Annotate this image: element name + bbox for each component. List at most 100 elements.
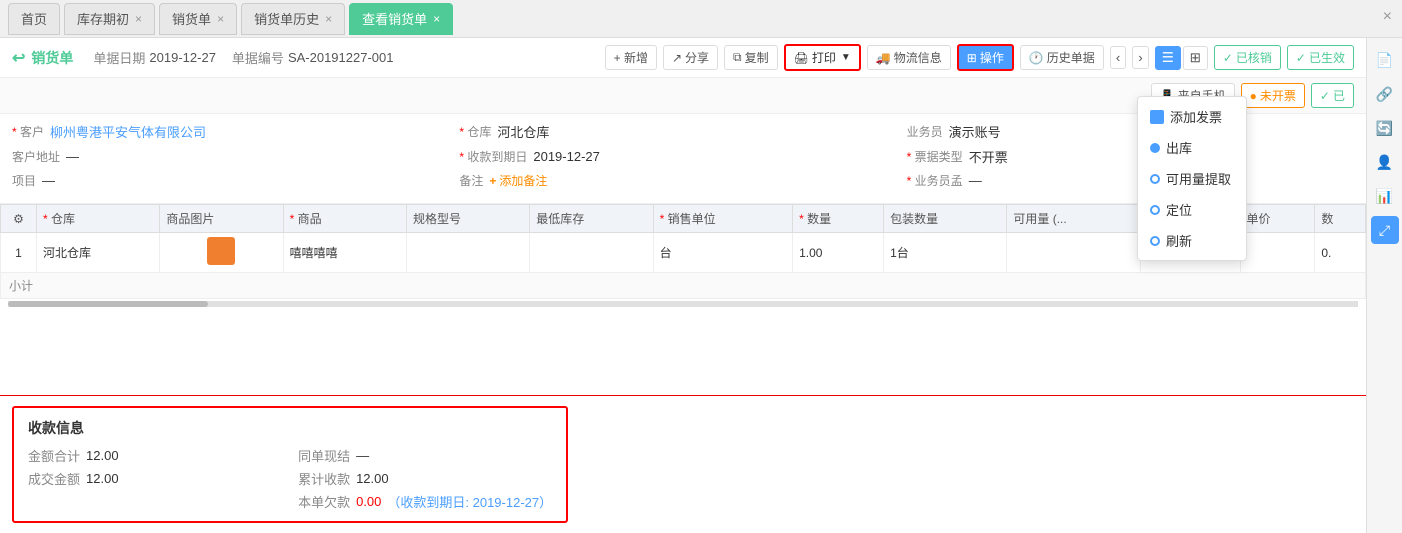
tab-history-close[interactable]: × [325,12,332,26]
project-label: 项目 [12,172,36,189]
doc-header: ↩ 销货单 单据日期 2019-12-27 单据编号 SA-20191227-0… [0,38,1366,78]
not-open-btn[interactable]: ● 未开票 [1241,83,1305,108]
sidebar-doc-icon[interactable]: 📄 [1371,46,1399,74]
sales-field: 业务员孟 — [907,172,1354,189]
col-spec: 规格型号 [406,205,529,233]
check-icon: ✓ [1223,51,1233,65]
note-field: 备注 添加备注 [459,172,906,189]
current-due-value: 0.00 [356,494,381,509]
col-pack-qty: 包装数量 [884,205,1007,233]
row-qty: 1.00 [793,233,884,273]
add-note-btn[interactable]: 添加备注 [489,172,547,189]
canceled-button[interactable]: ✓ 已核销 [1214,45,1281,70]
receipt-title: 收款信息 [28,418,552,438]
tab-home[interactable]: 首页 [8,3,60,35]
right-sidebar: 📄 🔗 🔄 👤 📊 ⤢ [1366,38,1402,533]
row-price [1240,233,1315,273]
locate-item[interactable]: 定位 [1138,194,1246,225]
same-order-label: 同单现结 [298,446,350,465]
square-icon [1150,110,1164,124]
print-button[interactable]: 🖨 打印 ▼ [784,44,861,71]
total-received-value: 12.00 [356,471,389,486]
warehouse-label: 仓库 [459,123,491,140]
tab-view-sales[interactable]: 查看销货单 × [349,3,453,35]
sidebar-refresh-icon[interactable]: 🔄 [1371,114,1399,142]
history-button[interactable]: 🕐 历史单据 [1020,45,1104,70]
tab-inventory-close[interactable]: × [135,12,142,26]
address-field: 客户地址 — [12,148,459,165]
staff-field: 业务员 演示账号 [907,122,1354,141]
row-min-stock [530,233,653,273]
tab-inventory[interactable]: 库存期初 × [64,3,155,35]
doc-date: 单据日期 2019-12-27 [93,48,216,67]
tab-sales-close[interactable]: × [217,12,224,26]
copy-button[interactable]: ⧉ 复制 [724,45,778,70]
out-warehouse-item[interactable]: 出库 [1138,132,1246,163]
print-icon: 🖨 [794,51,809,65]
view-toggle: ☰ ⊞ [1155,46,1208,70]
tab-view-close[interactable]: × [433,12,440,26]
effective-button[interactable]: ✓ 已生效 [1287,45,1354,70]
current-due-label: 本单欠款 [298,492,350,511]
customer-value[interactable]: 柳州粤港平安气体有限公司 [50,122,206,141]
window-close-btn[interactable]: × [1383,8,1392,26]
share-icon: ↗ [672,51,682,65]
sales-value: — [969,173,982,188]
logistics-button[interactable]: 🚚 物流信息 [867,45,951,70]
sidebar-user-icon[interactable]: 👤 [1371,148,1399,176]
tab-bar: 首页 库存期初 × 销货单 × 销货单历史 × 查看销货单 × × [0,0,1402,38]
subtotal-label: 小计 [1,273,1366,299]
sales-label: 业务员孟 [907,172,963,189]
row-available [1007,233,1141,273]
tab-history[interactable]: 销货单历史 × [241,3,345,35]
row-unit: 台 [653,233,793,273]
grid-icon: ⊞ [967,51,977,65]
note-label: 备注 [459,172,483,189]
print-dropdown-arrow[interactable]: ▼ [841,52,851,63]
prev-btn[interactable]: ‹ [1110,46,1126,69]
doc-no: 单据编号 SA-20191227-001 [232,48,394,67]
amount-item: 金额合计 12.00 [28,446,282,465]
operation-dropdown: 添加发票 出库 可用量提取 定位 刷新 [1137,96,1247,261]
total-received-item: 累计收款 12.00 [298,469,552,488]
tab-sales[interactable]: 销货单 × [159,3,237,35]
add-invoice-item[interactable]: 添加发票 [1138,101,1246,132]
product-thumbnail [207,237,235,265]
col-min-stock: 最低库存 [530,205,653,233]
next-btn[interactable]: › [1132,46,1148,69]
col-num: 数 [1315,205,1366,233]
check2-icon: ✓ [1296,51,1306,65]
due-note[interactable]: （收款到期日: 2019-12-27） [387,492,552,511]
scroll-area[interactable] [0,299,1366,309]
new-button[interactable]: + 新增 [605,45,657,70]
operation-button[interactable]: ⊞ 操作 [957,44,1014,71]
due-date-value: 2019-12-27 [533,149,600,164]
available-qty-item[interactable]: 可用量提取 [1138,163,1246,194]
list-view-btn[interactable]: ☰ [1155,46,1181,70]
deal-amount-item: 成交金额 12.00 [28,469,282,488]
refresh-item[interactable]: 刷新 [1138,225,1246,256]
row-spec [406,233,529,273]
deal-amount-label: 成交金额 [28,469,80,488]
bottom-section: 收款信息 金额合计 12.00 同单现结 — 成交金额 12.00 [0,395,1366,533]
circle-outline-icon [1150,174,1160,184]
truck-icon: 🚚 [876,51,891,65]
ticket-value: 不开票 [969,147,1008,166]
share-button[interactable]: ↗ 分享 [663,45,718,70]
doc-icon: ↩ [12,48,25,68]
amount-value: 12.00 [86,448,119,463]
sidebar-link-icon[interactable]: 🔗 [1371,80,1399,108]
col-qty: 数量 [793,205,884,233]
address-value: — [66,149,79,164]
grid-view-btn[interactable]: ⊞ [1183,46,1208,70]
circle-outline-3-icon [1150,236,1160,246]
deal-amount-value: 12.00 [86,471,119,486]
col-settings[interactable]: ⚙ [1,205,37,233]
sidebar-chart-icon[interactable]: 📊 [1371,182,1399,210]
subtotal-row: 小计 [1,273,1366,299]
confirm-btn[interactable]: ✓ 已 [1311,83,1354,108]
dot-orange-icon: ● [1250,89,1257,103]
sidebar-expand-icon[interactable]: ⤢ [1371,216,1399,244]
customer-field: 客户 柳州粤港平安气体有限公司 [12,122,459,141]
main-toolbar: + 新增 ↗ 分享 ⧉ 复制 🖨 打印 ▼ 🚚 物流信息 [605,44,1354,71]
